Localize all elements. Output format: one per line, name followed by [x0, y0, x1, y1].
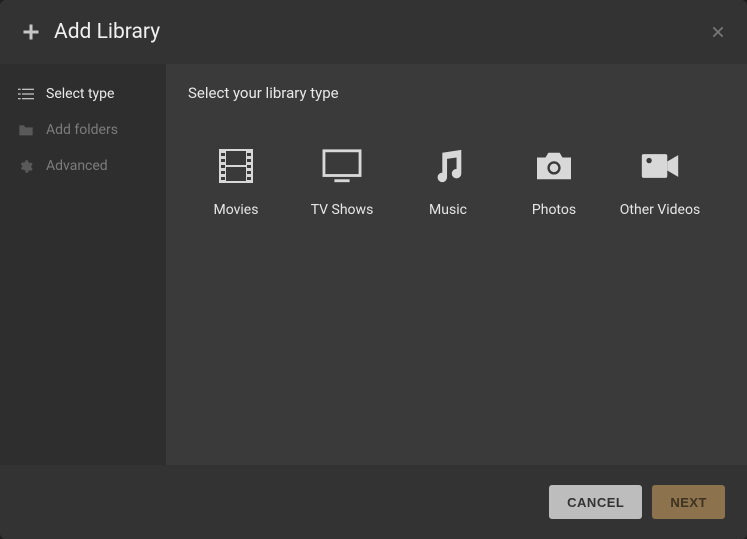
- sidebar-item-label: Select type: [46, 86, 114, 102]
- modal-header: Add Library: [0, 0, 747, 64]
- gear-icon: [18, 159, 34, 173]
- camera-icon: [533, 144, 575, 188]
- sidebar-item-add-folders[interactable]: Add folders: [0, 112, 166, 148]
- main-heading: Select your library type: [188, 84, 725, 102]
- modal-title: Add Library: [54, 20, 160, 44]
- add-library-modal: Add Library Select type: [0, 0, 747, 539]
- movies-icon: [216, 144, 256, 188]
- video-icon: [640, 144, 680, 188]
- type-label: Movies: [214, 202, 259, 218]
- library-type-grid: Movies TV Shows: [188, 138, 725, 224]
- cancel-button[interactable]: CANCEL: [549, 485, 642, 519]
- type-label: Other Videos: [620, 202, 700, 218]
- type-label: Photos: [532, 202, 576, 218]
- modal-footer: CANCEL NEXT: [0, 465, 747, 539]
- main-panel: Select your library type: [166, 64, 747, 465]
- sidebar-item-select-type[interactable]: Select type: [0, 76, 166, 112]
- sidebar-item-label: Advanced: [46, 158, 108, 174]
- list-icon: [18, 87, 34, 101]
- wizard-sidebar: Select type Add folders Advanced: [0, 64, 166, 465]
- type-music[interactable]: Music: [400, 138, 496, 224]
- close-button[interactable]: [711, 24, 727, 40]
- modal-body: Select type Add folders Advanced: [0, 64, 747, 465]
- type-other-videos[interactable]: Other Videos: [612, 138, 708, 224]
- tv-icon: [321, 144, 363, 188]
- sidebar-item-advanced[interactable]: Advanced: [0, 148, 166, 184]
- music-icon: [429, 144, 467, 188]
- folder-icon: [18, 123, 34, 137]
- type-label: TV Shows: [311, 202, 374, 218]
- type-tv-shows[interactable]: TV Shows: [294, 138, 390, 224]
- type-photos[interactable]: Photos: [506, 138, 602, 224]
- sidebar-item-label: Add folders: [46, 122, 118, 138]
- type-movies[interactable]: Movies: [188, 138, 284, 224]
- plus-icon: [22, 23, 40, 41]
- next-button[interactable]: NEXT: [652, 485, 725, 519]
- type-label: Music: [429, 202, 467, 218]
